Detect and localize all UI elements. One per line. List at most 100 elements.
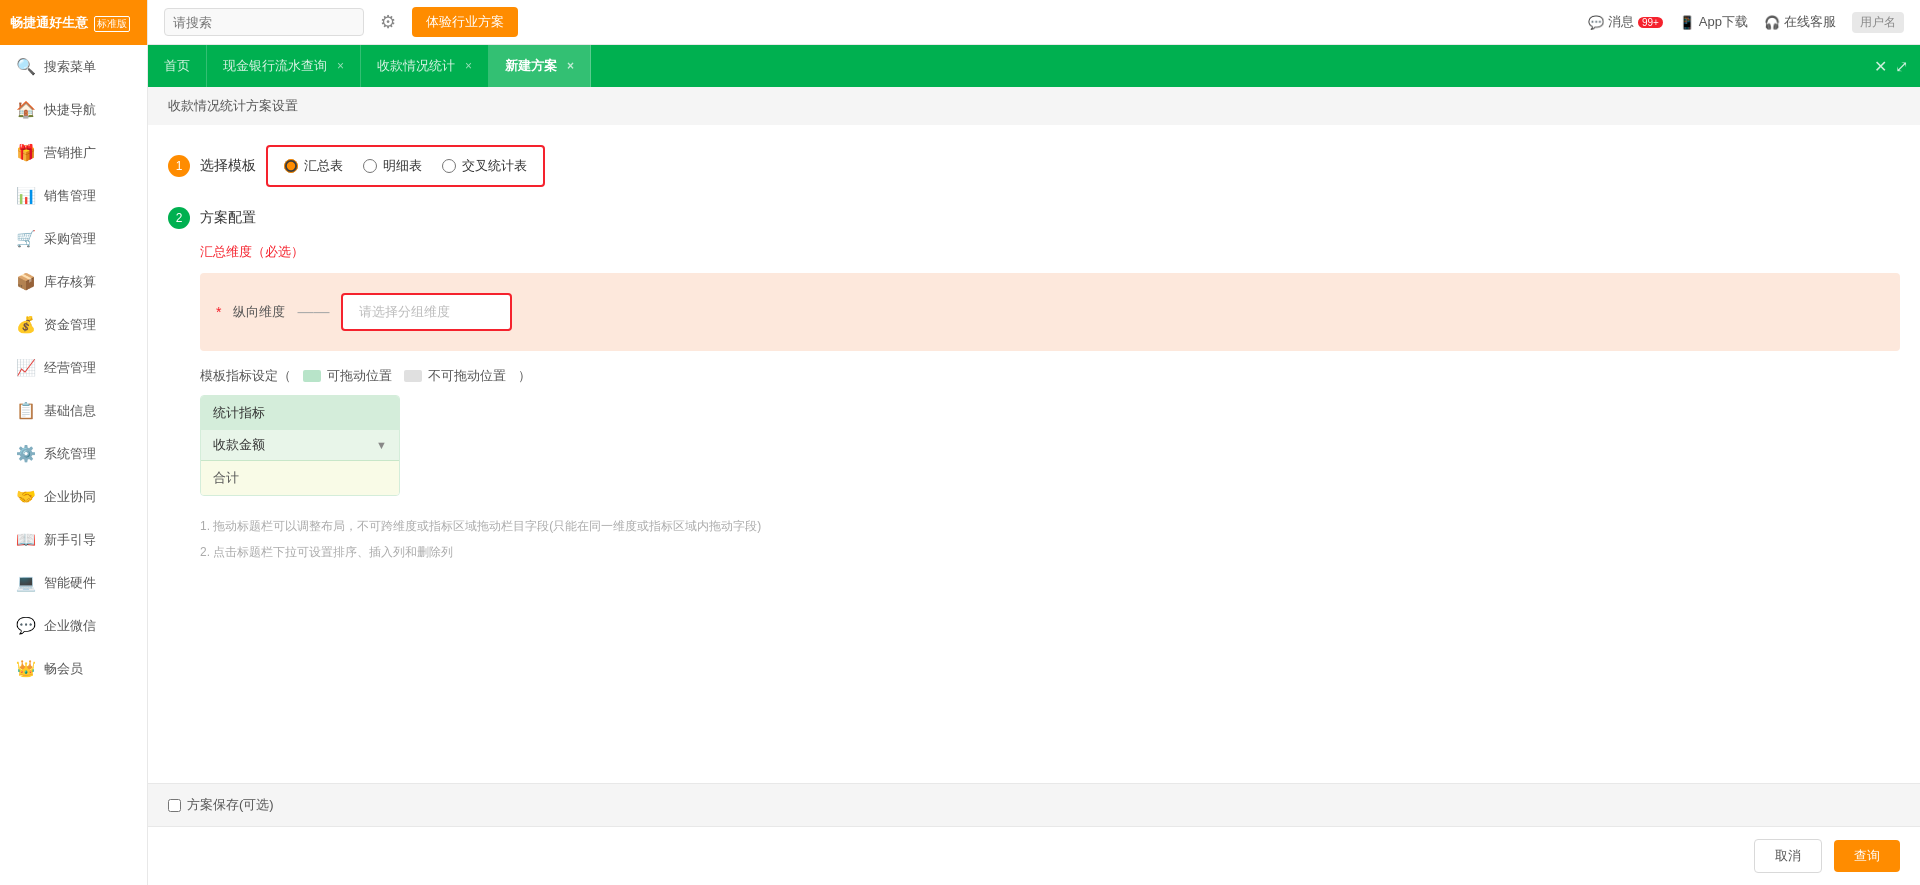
topbar-right: 💬 消息 99+ 📱 App下载 🎧 在线客服 用户名 (1588, 12, 1904, 33)
system-icon: ⚙️ (16, 444, 36, 463)
tab-close-new-plan[interactable]: × (567, 59, 574, 73)
finance-icon: 💰 (16, 315, 36, 334)
save-checkbox-label[interactable]: 方案保存(可选) (168, 796, 274, 814)
tab-close-collection-stats[interactable]: × (465, 59, 472, 73)
radio-summary[interactable]: 汇总表 (284, 157, 343, 175)
radio-cross-input[interactable] (442, 159, 456, 173)
step2-header: 2 方案配置 (168, 207, 1900, 229)
save-checkbox-text: 方案保存(可选) (187, 796, 274, 814)
sidebar-item-sales[interactable]: 📊销售管理 (0, 174, 147, 217)
query-button[interactable]: 查询 (1834, 840, 1900, 872)
gear-icon[interactable]: ⚙ (380, 11, 396, 33)
metrics-header-label: 统计指标 (213, 405, 265, 420)
sidebar-item-member[interactable]: 👑畅会员 (0, 647, 147, 690)
no-drag-label: 不可拖动位置 (428, 367, 506, 385)
template-radio-group: 汇总表 明细表 交叉统计表 (284, 157, 527, 175)
sidebar-item-system[interactable]: ⚙️ 系统管理 (0, 432, 147, 475)
radio-detail-input[interactable] (363, 159, 377, 173)
tip-2: 2. 点击标题栏下拉可设置排序、插入列和删除列 (200, 542, 1900, 564)
sidebar-item-hardware[interactable]: 💻 智能硬件 (0, 561, 147, 604)
page-header-title: 收款情况统计方案设置 (168, 98, 298, 113)
step1-section: 1 选择模板 汇总表 明细表 (168, 145, 1900, 187)
sidebar-item-finance[interactable]: 💰 资金管理 (0, 303, 147, 346)
sidebar-item-inventory[interactable]: 📦 库存核算 (0, 260, 147, 303)
dimension-select-placeholder: 请选择分组维度 (359, 303, 450, 321)
hardware-label: 智能硬件 (44, 574, 96, 592)
purchase-label: 采购管理 (44, 230, 96, 248)
tab-collection-stats[interactable]: 收款情况统计× (361, 45, 489, 87)
draggable-hint: 可拖动位置 (303, 367, 392, 385)
notifications-badge: 99+ (1638, 17, 1663, 28)
marketing-icon: 🎁 (16, 143, 36, 162)
tip-1: 1. 拖动标题栏可以调整布局，不可跨维度或指标区域拖动栏目字段(只能在同一维度或… (200, 516, 1900, 538)
operation-label: 经营管理 (44, 359, 96, 377)
dropdown-icon[interactable]: ▼ (376, 439, 387, 451)
sidebar-item-purchase[interactable]: 🛒 采购管理 (0, 217, 147, 260)
step2-num: 2 (168, 207, 190, 229)
sidebar-item-operation[interactable]: 📈 经营管理 (0, 346, 147, 389)
cancel-button[interactable]: 取消 (1754, 839, 1822, 873)
action-bar: 取消 查询 (148, 826, 1920, 885)
tab-close-bank-flow[interactable]: × (337, 59, 344, 73)
page-header: 收款情况统计方案设置 (148, 87, 1920, 125)
inventory-label: 库存核算 (44, 273, 96, 291)
sidebar-item-marketing[interactable]: 🎁 营销推广 (0, 131, 147, 174)
metrics-label-text: 模板指标设定（ (200, 367, 291, 385)
no-drag-indicator-icon (404, 370, 422, 382)
operation-icon: 📈 (16, 358, 36, 377)
dimension-section-label: 汇总维度（必选） (200, 243, 1900, 261)
sidebar-item-collab[interactable]: 🤝企业协同 (0, 475, 147, 518)
sidebar-logo: 畅捷通好生意 标准版 (0, 0, 147, 45)
inventory-icon: 📦 (16, 272, 36, 291)
dimension-select[interactable]: 请选择分组维度 (341, 293, 512, 331)
sidebar-item-wechat[interactable]: 💬企业微信 (0, 604, 147, 647)
step1-title: 选择模板 (200, 157, 256, 175)
support-item[interactable]: 🎧 在线客服 (1764, 13, 1836, 31)
logo-badge: 标准版 (94, 16, 130, 32)
dimension-label-text: 汇总维度（必选） (200, 244, 304, 259)
metrics-total-row: 合计 (201, 461, 399, 495)
draggable-label: 可拖动位置 (327, 367, 392, 385)
download-label: App下载 (1699, 13, 1748, 31)
user-info: 用户名 (1852, 12, 1904, 33)
tabbar: 首页现金银行流水查询×收款情况统计× 新建方案 × ✕ ⤢ (148, 45, 1920, 87)
search-input[interactable] (164, 8, 364, 36)
quick-nav-label: 快捷导航 (44, 101, 96, 119)
metrics-col-name: 收款金额 (213, 436, 265, 454)
radio-summary-input[interactable] (284, 159, 298, 173)
main-area: ⚙ 体验行业方案 💬 消息 99+ 📱 App下载 🎧 在线客服 用户名 首页现… (148, 0, 1920, 885)
hardware-icon: 💻 (16, 573, 36, 592)
marketing-label: 营销推广 (44, 144, 96, 162)
finance-label: 资金管理 (44, 316, 96, 334)
system-label: 系统管理 (44, 445, 96, 463)
tab-label-new-plan: 新建方案 (505, 57, 557, 75)
metrics-col-row[interactable]: 收款金额 ▼ (201, 430, 399, 461)
close-window-icon[interactable]: ✕ (1874, 57, 1887, 76)
content-area: 收款情况统计方案设置 1 选择模板 汇总表 (148, 87, 1920, 885)
tab-new-plan[interactable]: 新建方案 × (489, 45, 591, 87)
sidebar-item-guide[interactable]: 📖新手引导 (0, 518, 147, 561)
tab-bank-flow[interactable]: 现金银行流水查询× (207, 45, 361, 87)
footer-bar: 方案保存(可选) (148, 783, 1920, 826)
tab-home[interactable]: 首页 (148, 45, 207, 87)
notifications-item[interactable]: 💬 消息 99+ (1588, 13, 1663, 31)
sidebar-item-search-menu[interactable]: 🔍搜索菜单 (0, 45, 147, 88)
radio-detail-label: 明细表 (383, 157, 422, 175)
purchase-icon: 🛒 (16, 229, 36, 248)
search-menu-icon: 🔍 (16, 57, 36, 76)
save-checkbox-input[interactable] (168, 799, 181, 812)
radio-detail[interactable]: 明细表 (363, 157, 422, 175)
dimension-area: * 纵向维度 —— 请选择分组维度 (200, 273, 1900, 351)
sidebar-item-basic[interactable]: 📋基础信息 (0, 389, 147, 432)
tips-section: 1. 拖动标题栏可以调整布局，不可跨维度或指标区域拖动栏目字段(只能在同一维度或… (200, 516, 1900, 563)
support-icon: 🎧 (1764, 15, 1780, 30)
page-body: 1 选择模板 汇总表 明细表 (148, 125, 1920, 783)
industry-btn[interactable]: 体验行业方案 (412, 7, 518, 37)
metrics-table-header: 统计指标 (201, 396, 399, 430)
sidebar-item-quick-nav[interactable]: 🏠快捷导航 (0, 88, 147, 131)
expand-window-icon[interactable]: ⤢ (1895, 57, 1908, 76)
download-item[interactable]: 📱 App下载 (1679, 13, 1748, 31)
radio-cross[interactable]: 交叉统计表 (442, 157, 527, 175)
basic-label: 基础信息 (44, 402, 96, 420)
no-drag-hint: 不可拖动位置 (404, 367, 506, 385)
